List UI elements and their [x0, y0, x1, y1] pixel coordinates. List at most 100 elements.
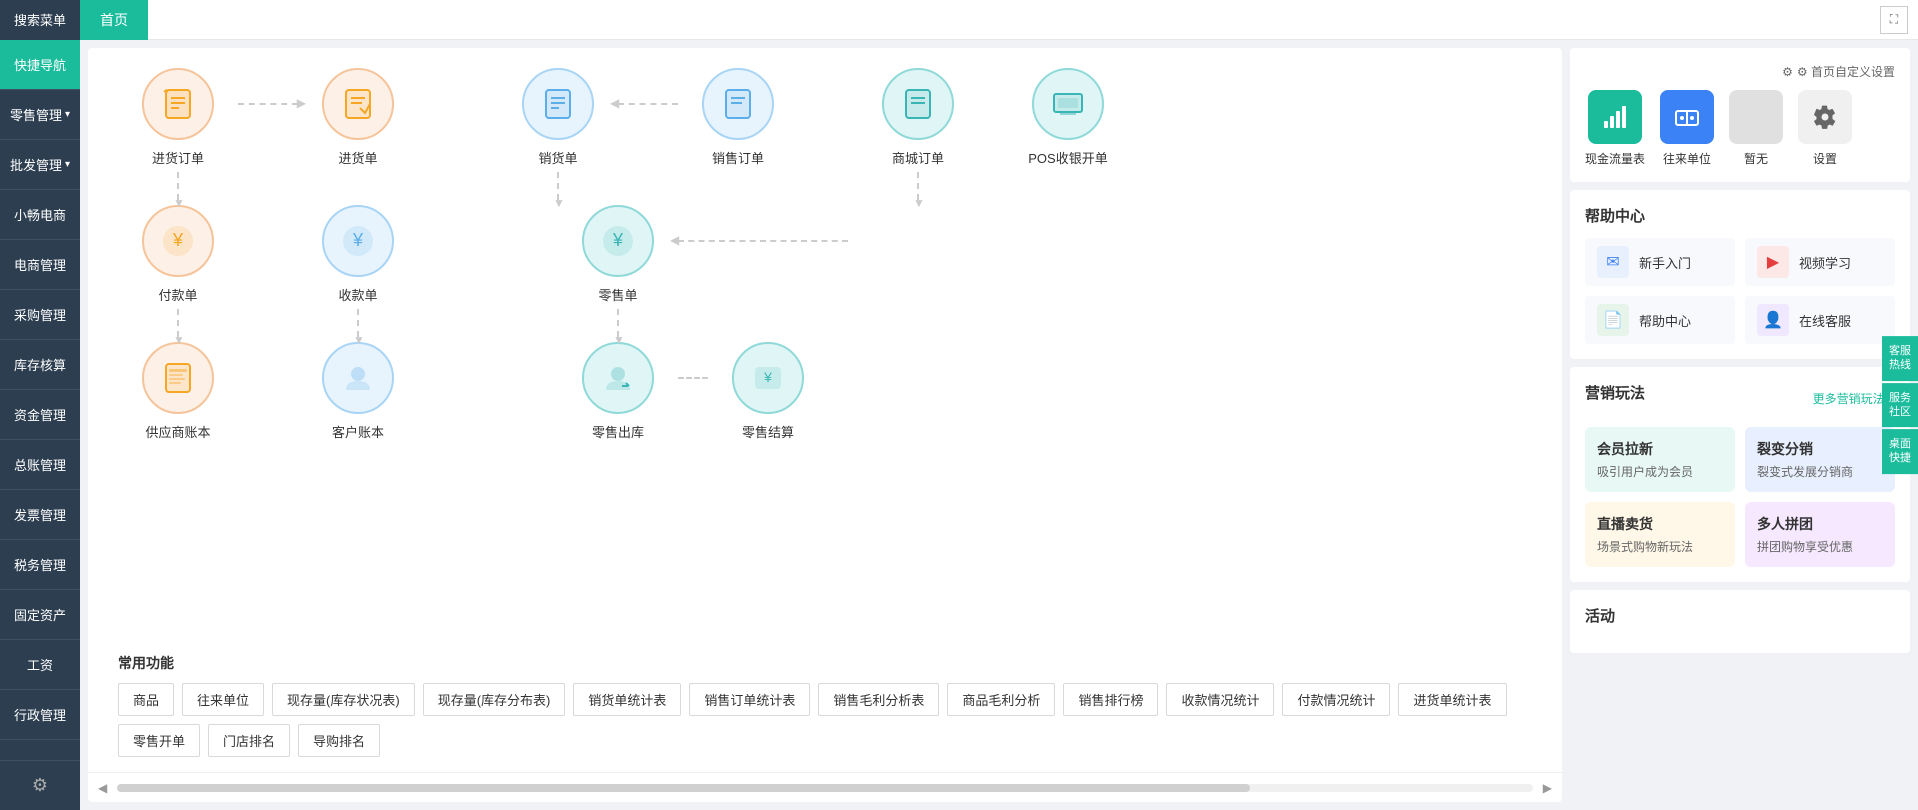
customize-link[interactable]: ⚙ ⚙ 首页自定义设置 [1782, 63, 1895, 80]
member-title: 会员拉新 [1597, 439, 1723, 459]
marketing-item-member[interactable]: 会员拉新 吸引用户成为会员 [1585, 427, 1735, 492]
help-item-service[interactable]: 👤 在线客服 [1745, 296, 1895, 344]
payment-icon: ¥ [142, 205, 214, 277]
member-desc: 吸引用户成为会员 [1597, 463, 1723, 480]
scroll-left-button[interactable]: ◀ [93, 776, 112, 800]
sidebar-item-tax[interactable]: 税务管理 [0, 540, 80, 590]
sidebar-item-wholesale[interactable]: 批发管理 ▾ [0, 140, 80, 190]
sidebar: 快捷导航 零售管理 ▾ 批发管理 ▾ 小畅电商 电商管理 采购管理 库存核算 资… [0, 40, 80, 810]
func-btn-stock1[interactable]: 现存量(库存状况表) [272, 683, 415, 716]
horizontal-scrollbar[interactable]: ◀ ▶ [88, 772, 1562, 802]
quick-icon-empty[interactable]: 暂无 [1729, 90, 1783, 167]
gear-icon: ⚙ [1782, 65, 1793, 79]
sidebar-item-quicknav[interactable]: 快捷导航 [0, 40, 80, 90]
marketing-item-fission[interactable]: 裂变分销 裂变式发展分销商 [1745, 427, 1895, 492]
retail-icon: ¥ [582, 205, 654, 277]
quick-icon-settings[interactable]: 设置 [1798, 90, 1852, 167]
sidebar-item-ledger[interactable]: 总账管理 [0, 440, 80, 490]
help-item-beginner[interactable]: ✉ 新手入门 [1585, 238, 1735, 286]
side-buttons: 客服热线 服务社区 桌面快捷 [1882, 336, 1918, 474]
func-btn-payment-stat[interactable]: 付款情况统计 [1282, 683, 1390, 716]
marketing-item-group[interactable]: 多人拼团 拼团购物享受优惠 [1745, 502, 1895, 567]
node-retail-settlement[interactable]: ¥ 零售结算 [708, 342, 828, 441]
sidebar-item-ecommerce[interactable]: 小畅电商 [0, 190, 80, 240]
quick-nav-section: ⚙ ⚙ 首页自定义设置 现金流量表 往来 [1570, 48, 1910, 182]
settings-label: 设置 [1813, 150, 1837, 167]
fission-desc: 裂变式发展分销商 [1757, 463, 1883, 480]
node-mall-order[interactable]: 商城订单 [858, 68, 978, 167]
func-btn-profit2[interactable]: 商品毛利分析 [947, 683, 1055, 716]
svg-text:¥: ¥ [763, 369, 772, 385]
node-pos[interactable]: POS收银开单 [1008, 68, 1128, 167]
svg-text:¥: ¥ [352, 230, 364, 250]
node-sales-bill[interactable]: 销货单 [498, 68, 618, 167]
sidebar-settings-button[interactable]: ⚙ [0, 760, 80, 810]
func-btn-stock2[interactable]: 现存量(库存分布表) [423, 683, 566, 716]
func-btn-ranking[interactable]: 销售排行榜 [1063, 683, 1158, 716]
purchase-bill-icon [322, 68, 394, 140]
purchase-order-icon [142, 68, 214, 140]
video-label: 视频学习 [1799, 253, 1851, 272]
func-btn-guide-rank[interactable]: 导购排名 [298, 724, 380, 757]
units-icon [1660, 90, 1714, 144]
sidebar-item-fixedasset[interactable]: 固定资产 [0, 590, 80, 640]
home-tab[interactable]: 首页 [80, 0, 148, 40]
settings-icon: ⚙ [32, 775, 48, 796]
empty-icon [1729, 90, 1783, 144]
scroll-thumb[interactable] [117, 784, 1249, 792]
pos-icon [1032, 68, 1104, 140]
func-btn-unit[interactable]: 往来单位 [182, 683, 264, 716]
chevron-down-icon: ▾ [65, 109, 70, 120]
live-title: 直播卖货 [1597, 514, 1723, 534]
func-btn-profit1[interactable]: 销售毛利分析表 [818, 683, 939, 716]
fullscreen-button[interactable]: ⛶ [1880, 6, 1908, 34]
common-functions-section: 常用功能 商品 往来单位 现存量(库存状况表) 现存量(库存分布表) 销货单统计… [88, 653, 1562, 772]
node-payment[interactable]: ¥ 付款单 [118, 205, 238, 304]
func-btn-purchase-stat[interactable]: 进货单统计表 [1398, 683, 1506, 716]
func-btn-product[interactable]: 商品 [118, 683, 174, 716]
marketing-item-live[interactable]: 直播卖货 场景式购物新玩法 [1585, 502, 1735, 567]
sidebar-item-finance[interactable]: 资金管理 [0, 390, 80, 440]
func-btn-store-rank[interactable]: 门店排名 [208, 724, 290, 757]
quick-icons-row: 现金流量表 往来单位 暂无 [1585, 90, 1895, 167]
node-purchase-order[interactable]: 进货订单 [118, 68, 238, 167]
svg-text:¥: ¥ [612, 230, 624, 250]
receipt-icon: ¥ [322, 205, 394, 277]
beginner-label: 新手入门 [1639, 253, 1691, 272]
sidebar-item-purchase[interactable]: 采购管理 [0, 290, 80, 340]
node-sales-order[interactable]: 销售订单 [678, 68, 798, 167]
node-purchase-bill[interactable]: 进货单 [298, 68, 418, 167]
sidebar-item-admin[interactable]: 行政管理 [0, 690, 80, 740]
node-supplier-account[interactable]: 供应商账本 [118, 342, 238, 441]
sidebar-item-retail[interactable]: 零售管理 ▾ [0, 90, 80, 140]
node-retail-out[interactable]: 零售出库 [558, 342, 678, 441]
sidebar-item-salary[interactable]: 工资 [0, 640, 80, 690]
right-panel: ⚙ ⚙ 首页自定义设置 现金流量表 往来 [1570, 48, 1910, 802]
func-btn-sales-stat[interactable]: 销货单统计表 [573, 683, 681, 716]
scroll-right-button[interactable]: ▶ [1538, 776, 1557, 800]
service-hotline-button[interactable]: 客服热线 [1882, 336, 1918, 381]
sales-order-icon [702, 68, 774, 140]
beginner-icon: ✉ [1597, 246, 1629, 278]
func-btn-order-stat[interactable]: 销售订单统计表 [689, 683, 810, 716]
marketing-title: 营销玩法 [1585, 382, 1645, 403]
sidebar-item-invoice[interactable]: 发票管理 [0, 490, 80, 540]
help-item-help[interactable]: 📄 帮助中心 [1585, 296, 1735, 344]
sidebar-item-ecom-mgmt[interactable]: 电商管理 [0, 240, 80, 290]
help-item-video[interactable]: ▶ 视频学习 [1745, 238, 1895, 286]
node-customer-account[interactable]: 客户账本 [298, 342, 418, 441]
quick-icon-units[interactable]: 往来单位 [1660, 90, 1714, 167]
sales-bill-icon [522, 68, 594, 140]
live-desc: 场景式购物新玩法 [1597, 538, 1723, 555]
scroll-track[interactable] [117, 784, 1533, 792]
quick-icon-cashflow[interactable]: 现金流量表 [1585, 90, 1645, 167]
func-btn-retail[interactable]: 零售开单 [118, 724, 200, 757]
settings-icon [1798, 90, 1852, 144]
sidebar-item-inventory[interactable]: 库存核算 [0, 340, 80, 390]
node-receipt[interactable]: ¥ 收款单 [298, 205, 418, 304]
desktop-shortcut-button[interactable]: 桌面快捷 [1882, 429, 1918, 474]
search-menu-button[interactable]: 搜索菜单 [0, 0, 80, 40]
service-community-button[interactable]: 服务社区 [1882, 383, 1918, 428]
func-btn-receipt-stat[interactable]: 收款情况统计 [1166, 683, 1274, 716]
node-retail[interactable]: ¥ 零售单 [558, 205, 678, 304]
